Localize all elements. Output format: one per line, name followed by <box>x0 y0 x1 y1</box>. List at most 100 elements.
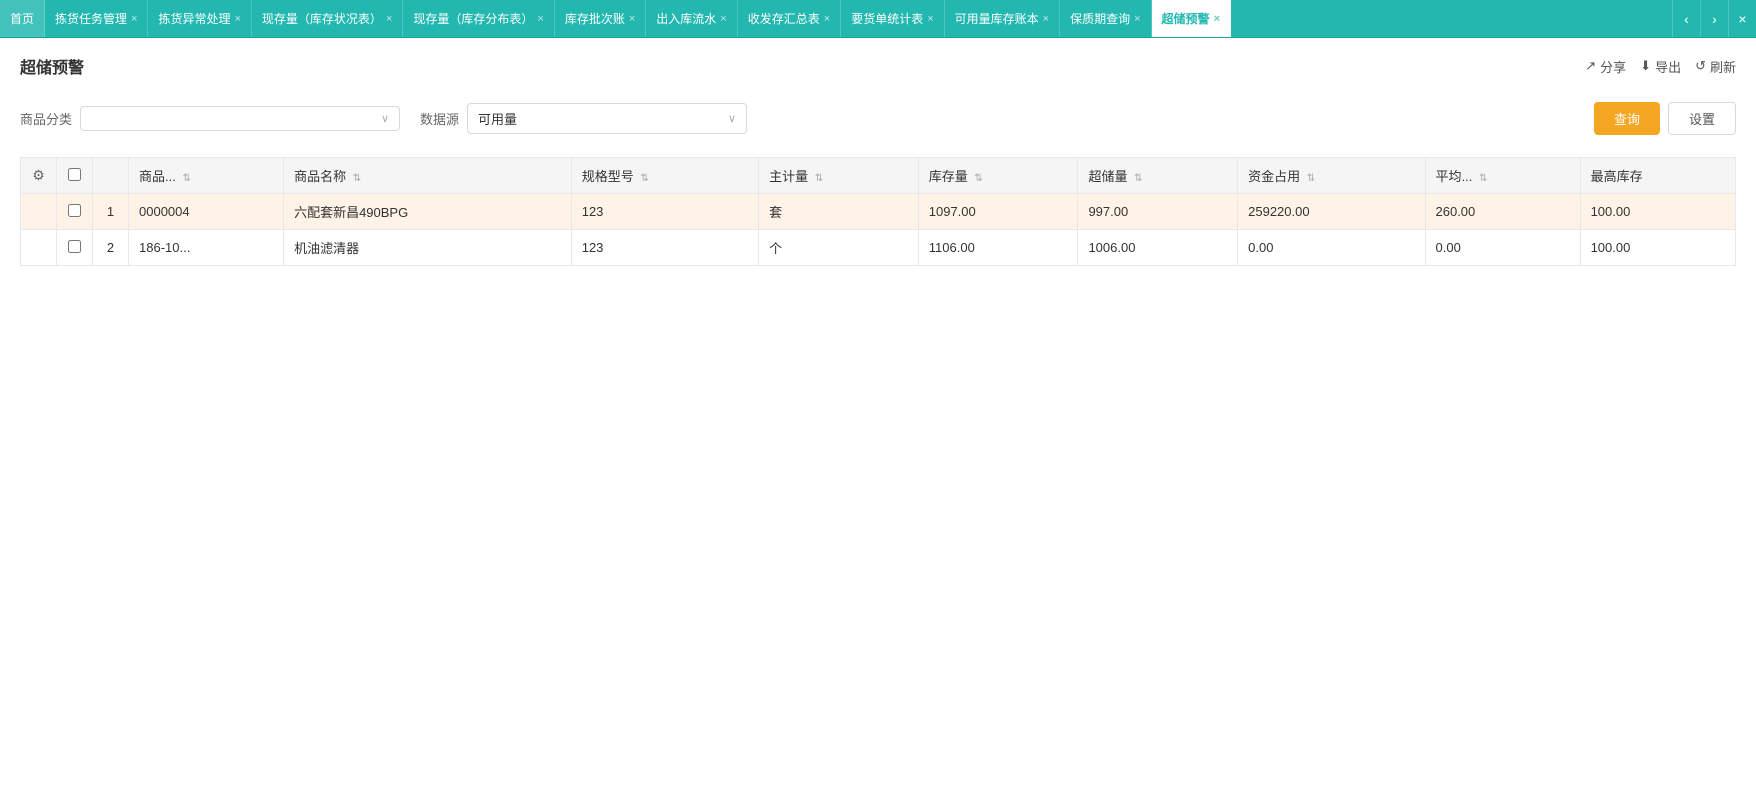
refresh-icon: ↺ <box>1695 58 1706 74</box>
nav-next-button[interactable]: › <box>1700 0 1728 37</box>
nav-tab-available-account-label: 可用量库存账本 <box>955 10 1039 27</box>
sort-avg-icon[interactable]: ⇅ <box>1479 173 1487 184</box>
nav-tab-quality-check-label: 保质期查询 <box>1070 10 1130 27</box>
nav-tab-inventory-dist[interactable]: 现存量（库存分布表） × <box>403 0 554 37</box>
nav-tab-inventory-status[interactable]: 现存量（库存状况表） × <box>252 0 403 37</box>
row2-checkbox[interactable] <box>68 240 81 253</box>
nav-tab-order-stats[interactable]: 要货单统计表 × <box>841 0 944 37</box>
col-avg-label: 平均... <box>1436 169 1473 184</box>
datasource-filter-item: 数据源 可用量 ∨ <box>420 103 747 134</box>
sort-stock-icon[interactable]: ⇅ <box>974 173 982 184</box>
query-button[interactable]: 查询 <box>1594 102 1660 135</box>
sort-spec-icon[interactable]: ⇅ <box>640 173 648 184</box>
sort-capital-icon[interactable]: ⇅ <box>1307 173 1315 184</box>
refresh-label: 刷新 <box>1710 57 1736 76</box>
col-product-name: 商品名称 ⇅ <box>284 158 572 194</box>
top-navigation: 首页 拣货任务管理 × 拣货异常处理 × 现存量（库存状况表） × 现存量（库存… <box>0 0 1756 38</box>
nav-tab-inventory-dist-close[interactable]: × <box>537 13 543 25</box>
share-button[interactable]: ↗ 分享 <box>1585 57 1626 76</box>
table-row: 2 186-10... 机油滤清器 123 个 1106.00 1006.00 … <box>21 230 1736 266</box>
export-label: 导出 <box>1655 57 1681 76</box>
nav-tab-order-stats-label: 要货单统计表 <box>851 10 923 27</box>
nav-tab-collect-summary-label: 收发存汇总表 <box>748 10 820 27</box>
datasource-chevron-icon: ∨ <box>728 112 736 125</box>
filter-area: 商品分类 ∨ 数据源 可用量 ∨ 查询 设置 <box>20 92 1736 145</box>
col-avg: 平均... ⇅ <box>1425 158 1580 194</box>
category-chevron-icon: ∨ <box>381 112 389 125</box>
row1-spec: 123 <box>571 194 758 230</box>
row2-product-name: 机油滤清器 <box>284 230 572 266</box>
page-title: 超储预警 <box>20 54 84 78</box>
nav-tab-abnormal-close[interactable]: × <box>234 13 240 25</box>
nav-next-icon: › <box>1712 11 1717 27</box>
export-icon: ⬇ <box>1640 58 1651 74</box>
sort-unit-icon[interactable]: ⇅ <box>815 173 823 184</box>
nav-tab-task-mgmt-label: 拣货任务管理 <box>55 10 127 27</box>
nav-tab-batch-account-label: 库存批次账 <box>565 10 625 27</box>
nav-tab-available-account[interactable]: 可用量库存账本 × <box>945 0 1060 37</box>
col-num <box>93 158 129 194</box>
row1-checkbox[interactable] <box>68 204 81 217</box>
col-spec: 规格型号 ⇅ <box>571 158 758 194</box>
sort-product-name-icon[interactable]: ⇅ <box>353 173 361 184</box>
nav-tab-task-mgmt-close[interactable]: × <box>131 13 137 25</box>
category-filter-item: 商品分类 ∨ <box>20 106 400 131</box>
nav-tab-inventory-status-label: 现存量（库存状况表） <box>262 10 382 27</box>
col-unit-label: 主计量 <box>769 169 808 184</box>
export-button[interactable]: ⬇ 导出 <box>1640 57 1681 76</box>
nav-tab-overstock-warning-close[interactable]: × <box>1214 13 1220 25</box>
col-max-stock: 最高库存 <box>1580 158 1735 194</box>
nav-tab-batch-account-close[interactable]: × <box>629 13 635 25</box>
table-header: ⚙ 商品... ⇅ 商品名称 ⇅ 规格型号 ⇅ <box>21 158 1736 194</box>
col-capital-label: 资金占用 <box>1248 169 1300 184</box>
nav-tab-in-out-flow[interactable]: 出入库流水 × <box>646 0 737 37</box>
nav-tab-in-out-flow-close[interactable]: × <box>720 13 726 25</box>
category-select[interactable]: ∨ <box>80 106 400 131</box>
nav-prev-button[interactable]: ‹ <box>1672 0 1700 37</box>
row1-unit: 套 <box>759 194 919 230</box>
nav-tab-available-account-close[interactable]: × <box>1043 13 1049 25</box>
row2-checkbox-cell <box>57 230 93 266</box>
gear-icon[interactable]: ⚙ <box>32 167 45 183</box>
nav-tab-batch-account[interactable]: 库存批次账 × <box>555 0 646 37</box>
nav-tab-task-mgmt[interactable]: 拣货任务管理 × <box>45 0 148 37</box>
col-overstock-label: 超储量 <box>1088 169 1127 184</box>
row2-capital: 0.00 <box>1238 230 1425 266</box>
nav-tab-quality-check[interactable]: 保质期查询 × <box>1060 0 1151 37</box>
row2-product-code: 186-10... <box>129 230 284 266</box>
nav-tab-overstock-warning-label: 超储预警 <box>1162 10 1210 27</box>
nav-tab-quality-check-close[interactable]: × <box>1134 13 1140 25</box>
nav-tab-abnormal[interactable]: 拣货异常处理 × <box>148 0 251 37</box>
category-filter-label: 商品分类 <box>20 109 72 128</box>
nav-tab-order-stats-close[interactable]: × <box>927 13 933 25</box>
row2-max-stock: 100.00 <box>1580 230 1735 266</box>
header-actions: ↗ 分享 ⬇ 导出 ↺ 刷新 <box>1585 57 1736 76</box>
sort-product-code-icon[interactable]: ⇅ <box>182 173 190 184</box>
nav-tab-collect-summary-close[interactable]: × <box>824 13 830 25</box>
select-all-checkbox[interactable] <box>68 168 81 181</box>
nav-tab-collect-summary[interactable]: 收发存汇总表 × <box>738 0 841 37</box>
col-overstock: 超储量 ⇅ <box>1078 158 1238 194</box>
nav-tab-home-label: 首页 <box>10 10 34 27</box>
row2-unit: 个 <box>759 230 919 266</box>
main-content: 超储预警 ↗ 分享 ⬇ 导出 ↺ 刷新 商品分类 ∨ 数据源 <box>0 38 1756 800</box>
settings-button[interactable]: 设置 <box>1668 102 1736 135</box>
share-label: 分享 <box>1600 57 1626 76</box>
nav-tab-home[interactable]: 首页 <box>0 0 45 37</box>
nav-close-all-button[interactable]: × <box>1728 0 1756 37</box>
col-product-code-label: 商品... <box>139 169 176 184</box>
nav-tab-inventory-status-close[interactable]: × <box>386 13 392 25</box>
row2-stock: 1106.00 <box>918 230 1078 266</box>
table-row: 1 0000004 六配套新昌490BPG 123 套 1097.00 997.… <box>21 194 1736 230</box>
nav-tab-inventory-dist-label: 现存量（库存分布表） <box>413 10 533 27</box>
col-stock-label: 库存量 <box>929 169 968 184</box>
nav-tab-overstock-warning[interactable]: 超储预警 × <box>1152 0 1231 37</box>
col-spec-label: 规格型号 <box>582 169 634 184</box>
share-icon: ↗ <box>1585 58 1596 74</box>
col-unit: 主计量 ⇅ <box>759 158 919 194</box>
row1-stock: 1097.00 <box>918 194 1078 230</box>
sort-overstock-icon[interactable]: ⇅ <box>1134 173 1142 184</box>
col-checkbox <box>57 158 93 194</box>
datasource-select[interactable]: 可用量 ∨ <box>467 103 747 134</box>
refresh-button[interactable]: ↺ 刷新 <box>1695 57 1736 76</box>
